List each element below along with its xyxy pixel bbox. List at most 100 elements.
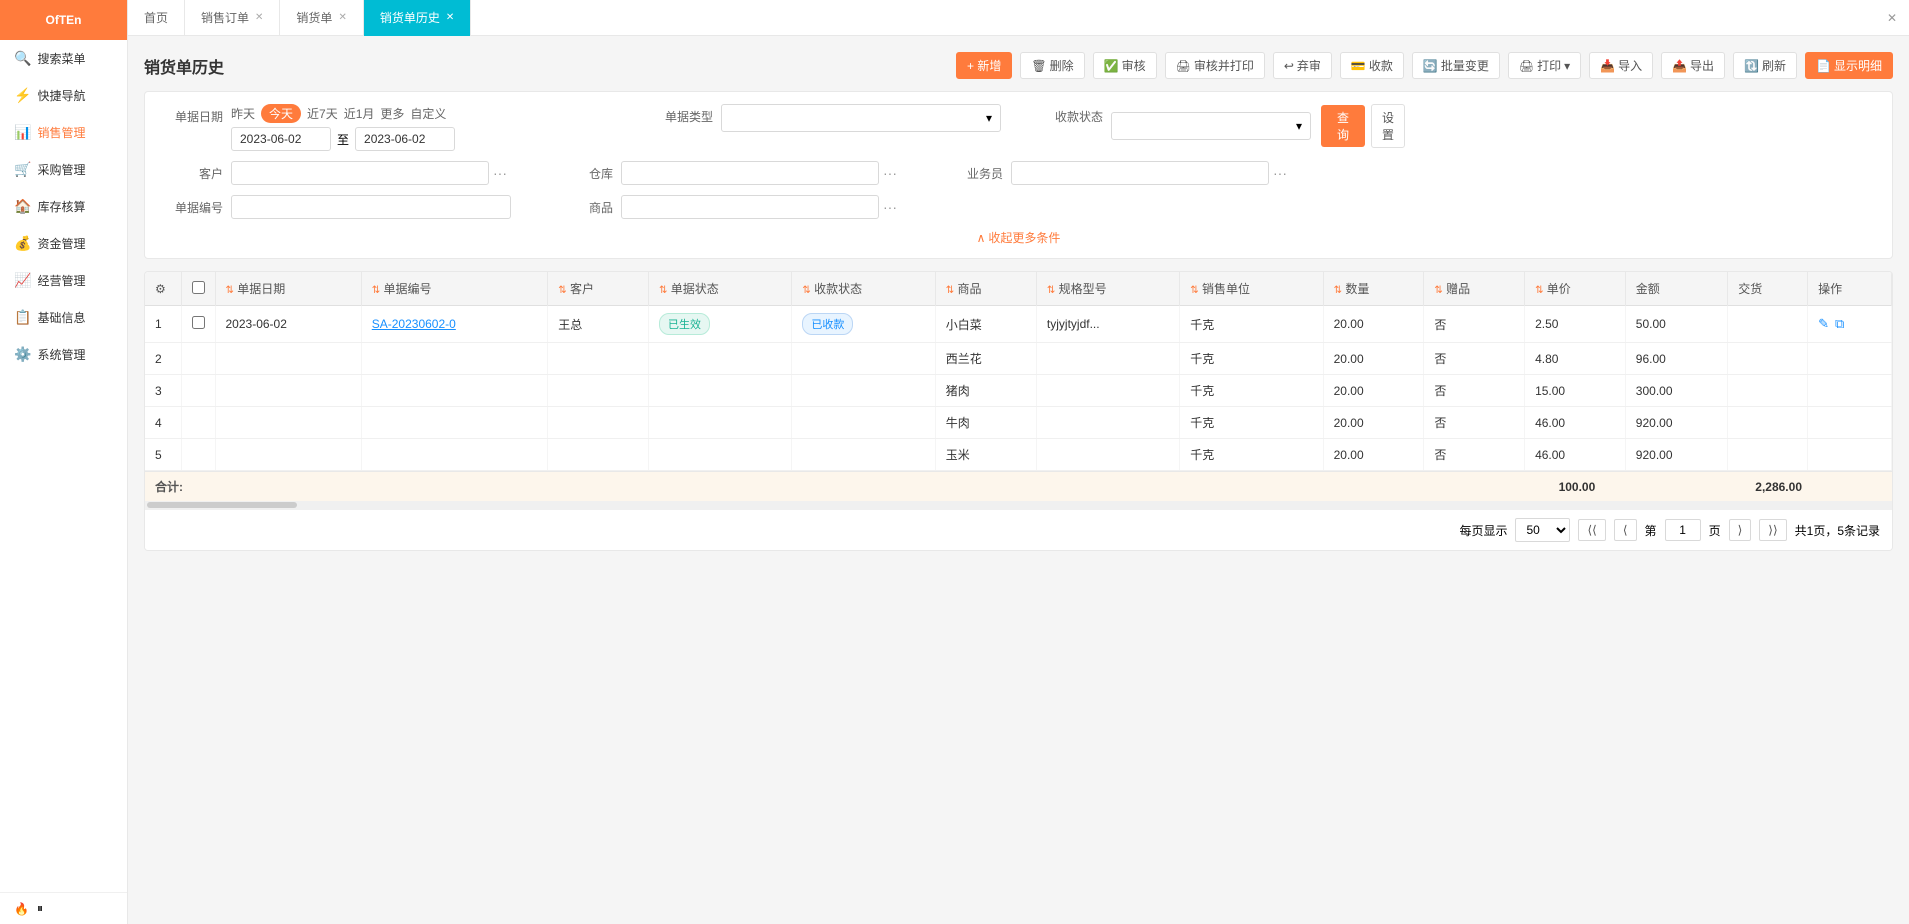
doc-type-label: 单据类型 <box>651 104 721 125</box>
main-area: 首页 销售订单 ✕ 销货单 ✕ 销货单历史 ✕ ✕ 销货单历史 + 新增 🗑 删… <box>128 0 1909 924</box>
row-doc-no <box>361 439 548 471</box>
new-button[interactable]: + 新增 <box>956 52 1012 79</box>
row-checkbox <box>181 407 215 439</box>
sidebar-item-finance-mgmt[interactable]: 💰 资金管理 <box>0 225 127 262</box>
tab-close-icon[interactable]: ✕ <box>338 12 346 23</box>
pause-icon[interactable]: ⏸ <box>37 901 43 916</box>
goods-ellipsis[interactable]: ··· <box>879 199 901 215</box>
row-gift: 否 <box>1424 439 1525 471</box>
refresh-button[interactable]: 🔃 刷新 <box>1733 52 1797 79</box>
tab-close-icon[interactable]: ✕ <box>446 12 454 23</box>
customer-ellipsis[interactable]: ··· <box>489 165 511 181</box>
col-payment-status[interactable]: ⇅ 收款状态 <box>792 272 935 306</box>
horizontal-scrollbar[interactable] <box>145 501 1892 509</box>
warehouse-input[interactable] <box>621 161 879 185</box>
salesperson-ellipsis[interactable]: ··· <box>1269 165 1291 181</box>
sort-icon: ⇅ <box>1535 285 1543 296</box>
edit-icon[interactable]: ✎ <box>1818 316 1829 332</box>
row-amount: 300.00 <box>1625 375 1727 407</box>
collect-button[interactable]: 💳 收款 <box>1340 52 1404 79</box>
payment-status-control: ▾ 查询 设置 <box>1111 104 1391 148</box>
shortcut-yesterday[interactable]: 昨天 <box>231 105 255 122</box>
doc-type-select[interactable]: ▾ <box>721 104 1001 132</box>
col-customer[interactable]: ⇅ 客户 <box>548 272 649 306</box>
sidebar-item-quick-nav[interactable]: ⚡ 快捷导航 <box>0 77 127 114</box>
print-button[interactable]: 🖨 打印 ▾ <box>1508 52 1581 79</box>
sidebar-item-basic-info[interactable]: 📋 基础信息 <box>0 299 127 336</box>
data-table-container: ⚙ ⇅ 单据日期 ⇅ 单据编号 ⇅ 客户 ⇅ 单据状态 ⇅ 收款状态 ⇅ 商品 … <box>144 271 1893 551</box>
row-gift: 否 <box>1424 343 1525 375</box>
last-page-button[interactable]: ⟩⟩ <box>1759 519 1786 541</box>
tab-sales-order[interactable]: 销售订单 ✕ <box>185 0 280 36</box>
shortcut-7days[interactable]: 近7天 <box>307 105 338 122</box>
sidebar-item-label: 销售管理 <box>37 124 85 141</box>
batch-change-button[interactable]: 🔄 批量变更 <box>1412 52 1500 79</box>
col-sales-unit[interactable]: ⇅ 销售单位 <box>1180 272 1323 306</box>
settings-button[interactable]: 设置 <box>1371 104 1405 148</box>
row-checkbox-input[interactable] <box>192 316 205 329</box>
show-detail-button[interactable]: 📄 显示明细 <box>1805 52 1893 79</box>
doc-no-link[interactable]: SA-20230602-0 <box>372 317 456 331</box>
export-button[interactable]: 📤 导出 <box>1661 52 1725 79</box>
query-button[interactable]: 查询 <box>1321 105 1365 147</box>
doc-no-input[interactable] <box>231 195 511 219</box>
salesperson-control: ··· <box>1011 161 1291 185</box>
shortcut-more[interactable]: 更多 <box>380 105 404 122</box>
col-doc-date[interactable]: ⇅ 单据日期 <box>215 272 361 306</box>
date-from-input[interactable] <box>231 127 331 151</box>
shortcut-1month[interactable]: 近1月 <box>344 105 375 122</box>
sidebar-item-inventory-calc[interactable]: 🏠 库存核算 <box>0 188 127 225</box>
select-all-checkbox[interactable] <box>192 281 205 294</box>
shortcut-today[interactable]: 今天 <box>261 104 301 123</box>
col-goods[interactable]: ⇅ 商品 <box>935 272 1036 306</box>
audit-button[interactable]: ✅ 审核 <box>1093 52 1157 79</box>
per-page-select[interactable]: 50 100 200 <box>1515 518 1570 542</box>
import-button[interactable]: 📥 导入 <box>1589 52 1653 79</box>
goods-input[interactable] <box>621 195 879 219</box>
collapse-button[interactable]: ∧ 收起更多条件 <box>977 229 1061 246</box>
tab-close-icon[interactable]: ✕ <box>255 12 263 23</box>
row-payment-status <box>792 407 935 439</box>
salesperson-input[interactable] <box>1011 161 1269 185</box>
sidebar: OfTEn 🔍 搜索菜单 ⚡ 快捷导航 📊 销售管理 🛒 采购管理 🏠 库存核算… <box>0 0 128 924</box>
sales-icon: 📊 <box>14 124 31 141</box>
prev-page-button[interactable]: ⟨ <box>1614 519 1637 541</box>
sort-icon: ⇅ <box>372 285 380 296</box>
date-shortcuts: 昨天 今天 近7天 近1月 更多 自定义 <box>231 104 611 123</box>
col-doc-status[interactable]: ⇅ 单据状态 <box>649 272 792 306</box>
table-row: 3 猪肉 千克 20.00 否 15.00 300.00 <box>145 375 1892 407</box>
payment-status-select[interactable]: ▾ <box>1111 112 1311 140</box>
sidebar-item-system-mgmt[interactable]: ⚙️ 系统管理 <box>0 336 127 373</box>
sort-icon: ⇅ <box>1334 285 1342 296</box>
warehouse-ellipsis[interactable]: ··· <box>879 165 901 181</box>
abandon-button[interactable]: ↩ 弃审 <box>1273 52 1332 79</box>
sidebar-item-purchase-mgmt[interactable]: 🛒 采购管理 <box>0 151 127 188</box>
page-header: 销货单历史 + 新增 🗑 删除 ✅ 审核 🖨 审核并打印 ↩ 弃审 <box>144 52 1893 79</box>
sidebar-item-operation-mgmt[interactable]: 📈 经营管理 <box>0 262 127 299</box>
col-spec[interactable]: ⇅ 规格型号 <box>1036 272 1179 306</box>
audit-print-button[interactable]: 🖨 审核并打印 <box>1165 52 1265 79</box>
col-qty[interactable]: ⇅ 数量 <box>1323 272 1424 306</box>
col-doc-no[interactable]: ⇅ 单据编号 <box>361 272 548 306</box>
tab-sales-history[interactable]: 销货单历史 ✕ <box>364 0 471 36</box>
delete-button[interactable]: 🗑 删除 <box>1020 52 1084 79</box>
tab-home[interactable]: 首页 <box>128 0 185 36</box>
fire-icon[interactable]: 🔥 <box>14 902 29 916</box>
current-page-input[interactable] <box>1665 519 1701 541</box>
table-body: 1 2023-06-02 SA-20230602-0 王总 已生效 已收款 小白… <box>145 306 1892 471</box>
sidebar-item-sales-mgmt[interactable]: 📊 销售管理 <box>0 114 127 151</box>
close-all-tabs[interactable]: ✕ <box>1875 11 1909 25</box>
customer-input[interactable] <box>231 161 489 185</box>
col-settings[interactable]: ⚙ <box>145 272 181 306</box>
copy-icon[interactable]: ⧉ <box>1835 316 1844 332</box>
date-to-input[interactable] <box>355 127 455 151</box>
tab-sales-delivery[interactable]: 销货单 ✕ <box>280 0 363 36</box>
first-page-button[interactable]: ⟨⟨ <box>1578 519 1605 541</box>
sidebar-item-search-menu[interactable]: 🔍 搜索菜单 <box>0 40 127 77</box>
sort-icon: ⇅ <box>802 285 810 296</box>
row-action: ✎ ⧉ <box>1808 306 1892 343</box>
col-unit-price[interactable]: ⇅ 单价 <box>1525 272 1626 306</box>
next-page-button[interactable]: ⟩ <box>1729 519 1752 541</box>
shortcut-custom[interactable]: 自定义 <box>410 105 446 122</box>
col-gift[interactable]: ⇅ 赠品 <box>1424 272 1525 306</box>
